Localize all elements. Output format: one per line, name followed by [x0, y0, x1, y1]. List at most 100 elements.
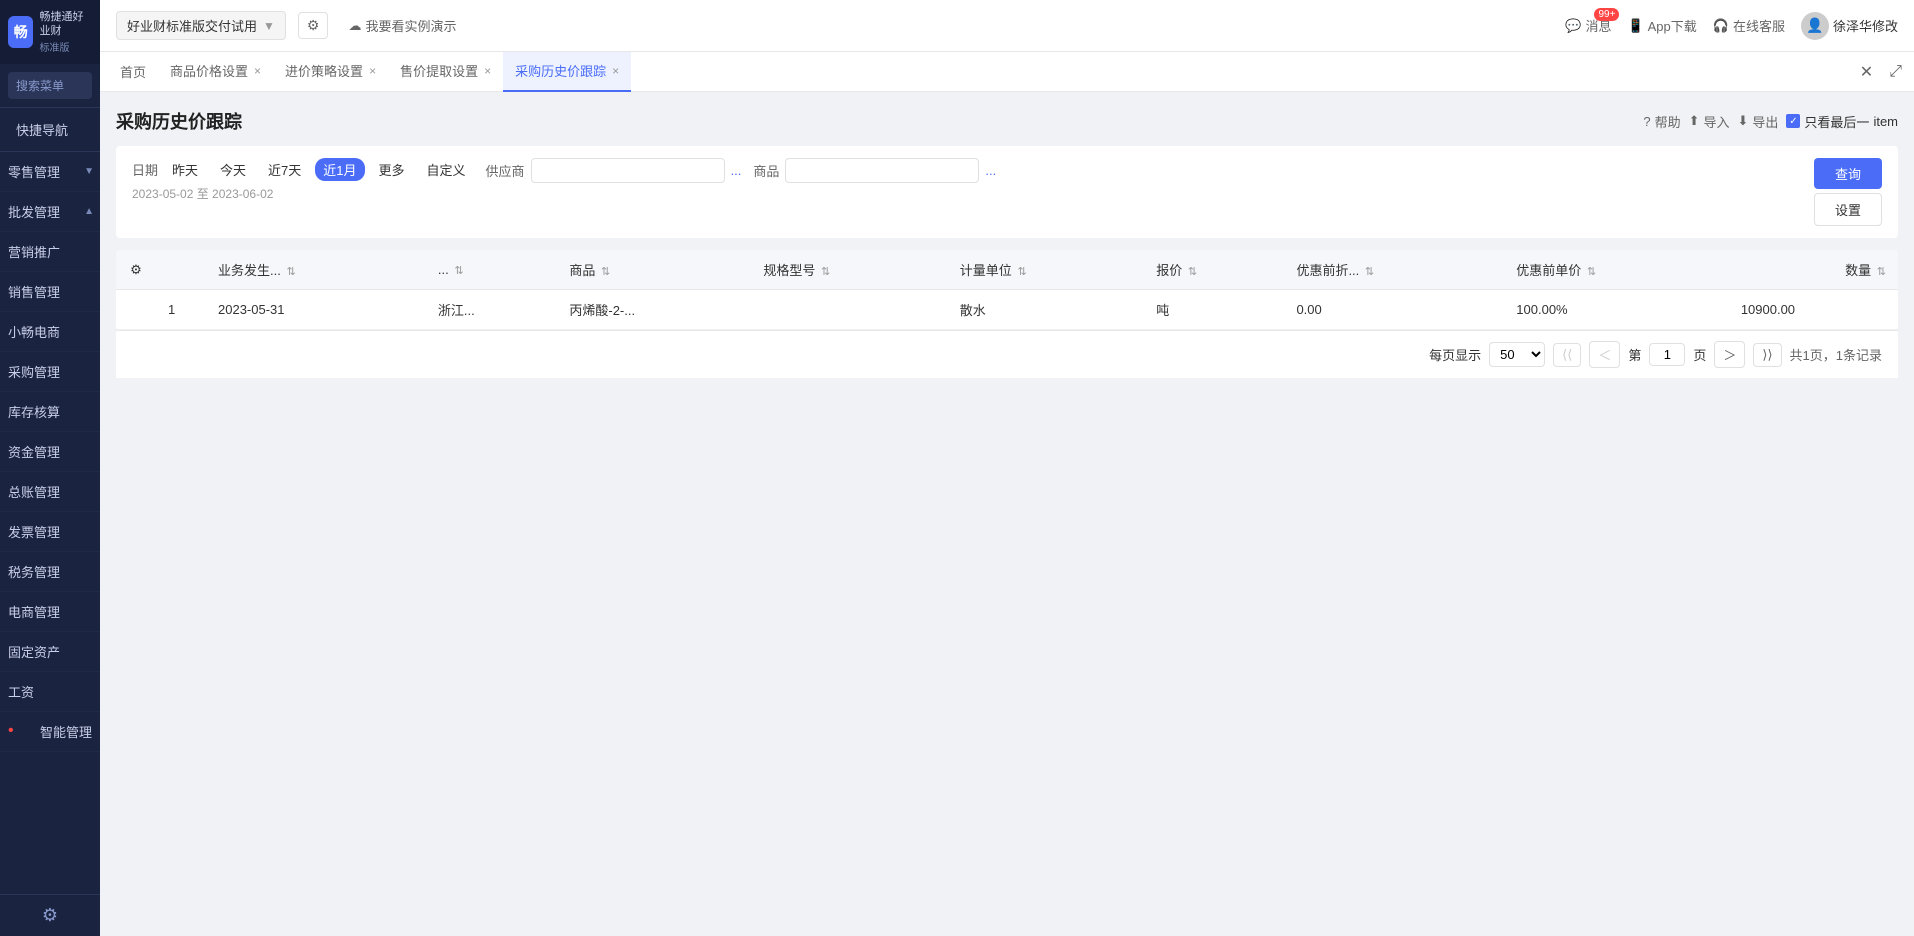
- help-label: 帮助: [1655, 112, 1681, 131]
- row-supplier: 浙江...: [426, 290, 558, 330]
- sidebar-item-retail[interactable]: 零售管理 ▼: [0, 152, 100, 192]
- sidebar-item-label: 固定资产: [8, 642, 60, 661]
- gear-icon[interactable]: ⚙: [42, 905, 58, 926]
- logo-sub: 标准版: [39, 39, 92, 54]
- sidebar-item-sales[interactable]: 销售管理: [0, 272, 100, 312]
- date-option-yesterday[interactable]: 昨天: [164, 158, 206, 181]
- col-pre-discount-price[interactable]: 优惠前单价 ⇅: [1504, 250, 1729, 290]
- filter-settings-button[interactable]: 设置: [1814, 193, 1882, 226]
- date-range: 2023-05-02 至 2023-06-02: [132, 185, 474, 202]
- sidebar-item-assets[interactable]: 固定资产: [0, 632, 100, 672]
- close-icon[interactable]: ×: [484, 64, 491, 78]
- tab-home-label: 首页: [120, 62, 146, 81]
- message-icon: 💬: [1565, 18, 1581, 34]
- page-input[interactable]: [1649, 343, 1685, 366]
- supplier-filter-label: 供应商: [486, 161, 525, 180]
- first-page-button[interactable]: ⟨⟨: [1553, 343, 1581, 367]
- sidebar-item-label: 税务管理: [8, 562, 60, 581]
- col-date[interactable]: 业务发生... ⇅: [206, 250, 426, 290]
- service-label: 在线客服: [1733, 16, 1785, 35]
- user-info[interactable]: 👤 徐泽华修改: [1801, 12, 1898, 40]
- date-option-1month[interactable]: 近1月: [315, 158, 364, 181]
- product-filter-group: 商品 ...: [753, 158, 996, 183]
- col-gear[interactable]: ⚙: [116, 250, 156, 290]
- sidebar-item-label: 采购管理: [8, 362, 60, 381]
- date-option-more[interactable]: 更多: [371, 158, 413, 181]
- tab-purchase-strategy[interactable]: 进价策略设置 ×: [273, 52, 388, 92]
- row-price: 0.00: [1284, 290, 1504, 330]
- message-button[interactable]: 💬 消息 99+: [1565, 16, 1611, 35]
- query-button[interactable]: 查询: [1814, 158, 1882, 189]
- sidebar-item-ledger[interactable]: 总账管理: [0, 472, 100, 512]
- tab-label: 进价策略设置: [285, 61, 363, 80]
- product-input[interactable]: [794, 163, 970, 178]
- supplier-more-btn[interactable]: ...: [731, 163, 742, 178]
- next-page-button[interactable]: ＞: [1714, 341, 1745, 368]
- export-icon: ⬇: [1738, 113, 1749, 129]
- tab-price-setting[interactable]: 商品价格设置 ×: [158, 52, 273, 92]
- supplier-input[interactable]: [540, 163, 716, 178]
- filter-actions: 查询 设置: [1814, 158, 1882, 226]
- tab-close-button[interactable]: ✕: [1856, 58, 1877, 86]
- sidebar-item-label: 销售管理: [8, 282, 60, 301]
- sidebar-item-ecommerce[interactable]: 电商管理: [0, 592, 100, 632]
- col-price[interactable]: 报价 ⇅: [1144, 250, 1284, 290]
- per-page-select[interactable]: 50 10 20 100: [1489, 342, 1545, 367]
- search-menu-button[interactable]: 搜索菜单: [8, 72, 92, 99]
- sidebar-item-label: 小畅电商: [8, 322, 60, 341]
- sidebar-item-purchase[interactable]: 采购管理: [0, 352, 100, 392]
- col-quantity[interactable]: 数量 ⇅: [1729, 250, 1898, 290]
- export-button[interactable]: ⬇ 导出: [1738, 112, 1779, 131]
- main-area: 好业财标准版交付试用 ▼ ⚙ ☁ 我要看实例演示 💬 消息 99+ 📱 App下…: [100, 0, 1914, 936]
- close-icon[interactable]: ×: [369, 64, 376, 78]
- sidebar-item-salary[interactable]: 工资: [0, 672, 100, 712]
- row-spec: [751, 290, 947, 330]
- tab-expand-button[interactable]: ⤢: [1885, 59, 1906, 85]
- tab-sale-extract[interactable]: 售价提取设置 ×: [388, 52, 503, 92]
- last-page-button[interactable]: ⟩⟩: [1753, 343, 1781, 367]
- col-spec[interactable]: 规格型号 ⇅: [751, 250, 947, 290]
- col-product[interactable]: 商品 ⇅: [557, 250, 751, 290]
- tab-home[interactable]: 首页: [108, 52, 158, 92]
- only-last-checkbox[interactable]: ✓ 只看最后一 item: [1786, 112, 1898, 131]
- sidebar-item-tax[interactable]: 税务管理: [0, 552, 100, 592]
- table-wrap: ⚙ 业务发生... ⇅ ... ⇅ 商品 ⇅: [116, 250, 1898, 330]
- service-button[interactable]: 🎧 在线客服: [1713, 16, 1785, 35]
- sidebar-item-smart[interactable]: • 智能管理: [0, 712, 100, 752]
- per-page-label: 每页显示: [1429, 345, 1481, 364]
- date-option-today[interactable]: 今天: [212, 158, 254, 181]
- sidebar-item-quicknav[interactable]: 快捷导航: [8, 114, 92, 145]
- tab-purchase-history[interactable]: 采购历史价跟踪 ×: [503, 52, 631, 92]
- sidebar-item-label: 批发管理: [8, 202, 60, 221]
- sidebar-item-finance[interactable]: 资金管理: [0, 432, 100, 472]
- close-icon[interactable]: ×: [254, 64, 261, 78]
- sidebar-item-inventory[interactable]: 库存核算: [0, 392, 100, 432]
- app-download-button[interactable]: 📱 App下载: [1627, 16, 1696, 35]
- import-button[interactable]: ⬆ 导入: [1689, 112, 1730, 131]
- sidebar-item-label: 发票管理: [8, 522, 60, 541]
- sidebar-item-label: 智能管理: [40, 722, 92, 741]
- date-option-7days[interactable]: 近7天: [260, 158, 309, 181]
- logo-name: 畅捷通好业财: [39, 10, 92, 39]
- col-product-label: 商品: [569, 263, 595, 278]
- data-table: ⚙ 业务发生... ⇅ ... ⇅ 商品 ⇅: [116, 250, 1898, 330]
- page-title: 采购历史价跟踪: [116, 108, 242, 134]
- row-unit: 散水: [948, 290, 1144, 330]
- product-selector[interactable]: 好业财标准版交付试用 ▼: [116, 11, 286, 40]
- settings-button[interactable]: ⚙: [298, 12, 329, 39]
- prev-page-button[interactable]: ＜: [1589, 341, 1620, 368]
- col-more[interactable]: ... ⇅: [426, 250, 558, 290]
- product-more-btn[interactable]: ...: [985, 163, 996, 178]
- demo-button[interactable]: ☁ 我要看实例演示: [348, 16, 456, 35]
- col-discount[interactable]: 优惠前折... ⇅: [1284, 250, 1504, 290]
- help-button[interactable]: ? 帮助: [1643, 112, 1680, 131]
- date-option-custom[interactable]: 自定义: [419, 158, 474, 181]
- sidebar-item-label: 快捷导航: [16, 120, 68, 139]
- close-icon[interactable]: ×: [612, 64, 619, 78]
- sidebar-item-invoice[interactable]: 发票管理: [0, 512, 100, 552]
- sidebar-item-wholesale[interactable]: 批发管理 ▲: [0, 192, 100, 232]
- sidebar-item-marketing[interactable]: 营销推广: [0, 232, 100, 272]
- col-unit[interactable]: 计量单位 ⇅: [948, 250, 1144, 290]
- sidebar-item-ecommerce-small[interactable]: 小畅电商: [0, 312, 100, 352]
- col-pre-discount-label: 优惠前单价: [1516, 263, 1581, 278]
